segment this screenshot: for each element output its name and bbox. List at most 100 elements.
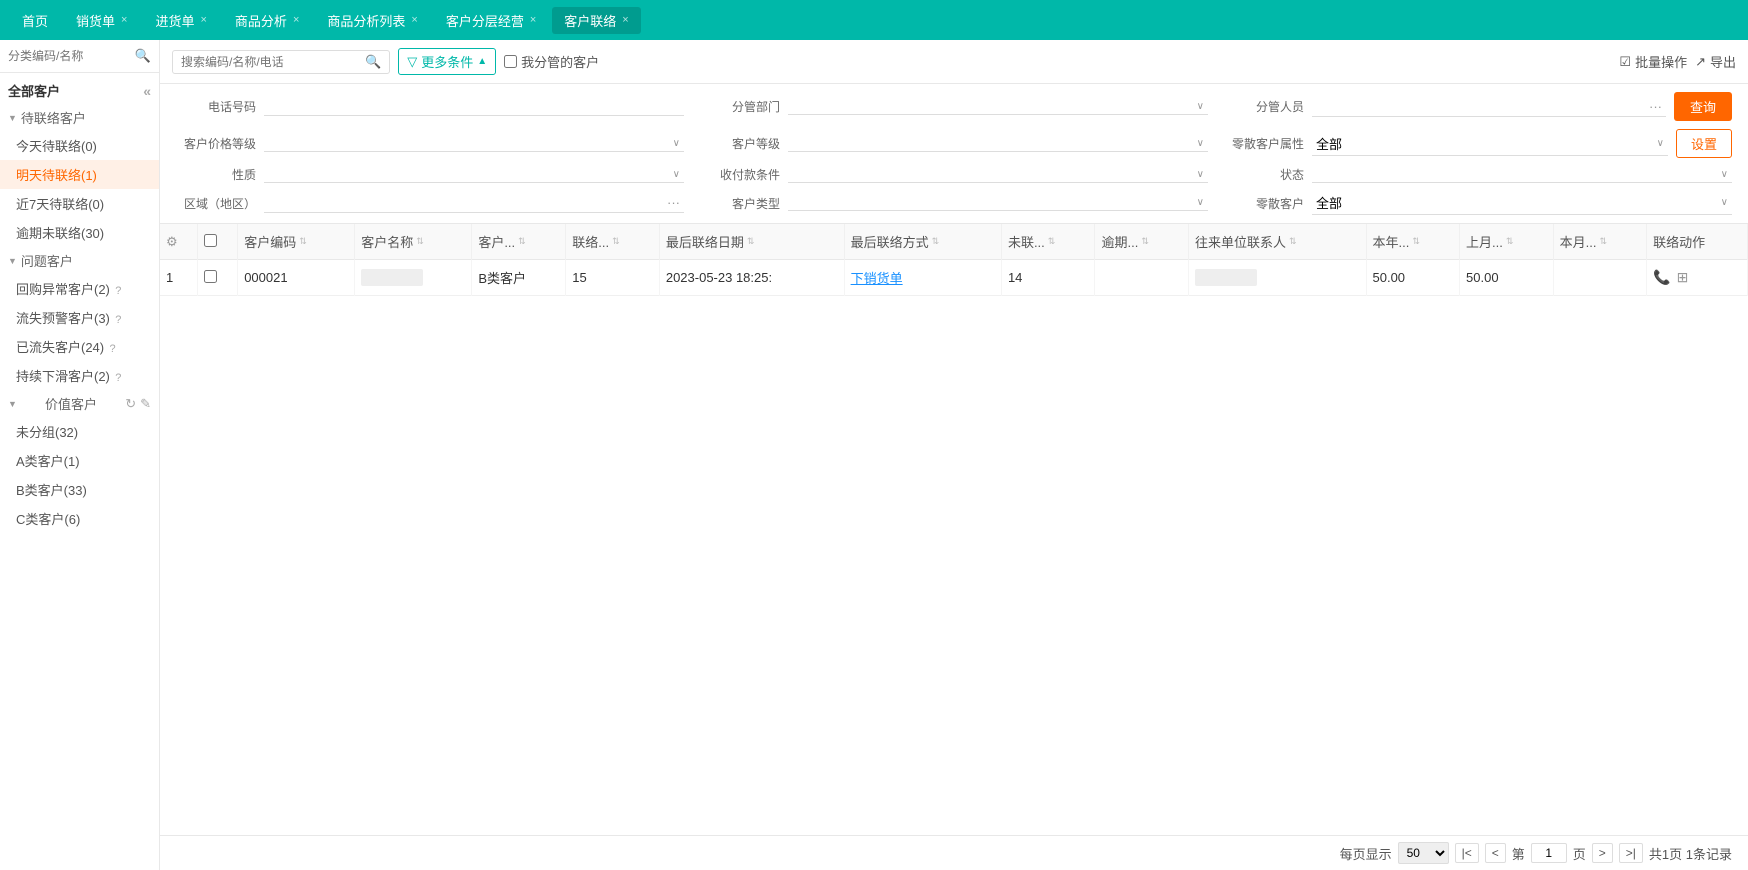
last-page-btn[interactable]: >|	[1619, 843, 1643, 863]
sidebar-item-class-c[interactable]: C类客户(6)	[0, 504, 159, 533]
filter-payment-select[interactable]: ∨	[788, 167, 1208, 183]
all-customers-header[interactable]: 全部客户 «	[0, 73, 159, 104]
nav-close-contact[interactable]: ×	[622, 14, 628, 26]
filter-price-level-select[interactable]: ∨	[264, 136, 684, 152]
col-gear[interactable]: ⚙	[160, 224, 197, 260]
nav-close-purchase[interactable]: ×	[200, 14, 206, 26]
sidebar-item-tomorrow-pending[interactable]: 明天待联络(1)	[0, 160, 159, 189]
col-overdue[interactable]: 逾期... ⇅	[1095, 224, 1189, 260]
row-last-contact-method[interactable]: 下销货单	[844, 260, 1001, 296]
checkbox-icon: ☑	[1619, 54, 1631, 70]
first-page-btn[interactable]: |<	[1455, 843, 1479, 863]
sidebar-item-7days-pending[interactable]: 近7天待联络(0)	[0, 189, 159, 218]
col-customer-type[interactable]: 客户... ⇅	[472, 224, 566, 260]
nav-customer-segment[interactable]: 客户分层经营 ×	[434, 7, 548, 34]
nav-customer-contact[interactable]: 客户联络 ×	[552, 7, 640, 34]
filter-region-select[interactable]: ···	[264, 193, 684, 213]
select-all-checkbox[interactable]	[204, 234, 217, 247]
filter-dept-label: 分管部门	[700, 98, 780, 115]
row-year-amount: 50.00	[1366, 260, 1460, 296]
page-label: 第	[1512, 844, 1525, 863]
nav-purchase-order[interactable]: 进货单 ×	[143, 7, 218, 34]
search-icon[interactable]: 🔍	[135, 48, 151, 64]
filter-payment: 收付款条件 ∨	[700, 166, 1208, 183]
row-action-phone-icon[interactable]: 📞	[1653, 269, 1670, 286]
setting-button[interactable]: 设置	[1676, 129, 1732, 158]
col-contact-count[interactable]: 联络... ⇅	[566, 224, 660, 260]
nav-close-product-list[interactable]: ×	[411, 14, 417, 26]
filter-retail-attr-value: 全部	[1316, 134, 1342, 153]
filter-dept-select[interactable]: ∨	[788, 99, 1208, 115]
refresh-icon[interactable]: ↻	[125, 396, 136, 412]
sidebar-group-pending[interactable]: 待联络客户	[0, 104, 159, 131]
row-this-month-amount	[1553, 260, 1647, 296]
sidebar-group-problem[interactable]: 问题客户	[0, 247, 159, 274]
nav-home[interactable]: 首页	[10, 7, 60, 34]
top-navigation: 首页 销货单 × 进货单 × 商品分析 × 商品分析列表 × 客户分层经营 × …	[0, 0, 1748, 40]
sidebar-item-today-pending[interactable]: 今天待联络(0)	[0, 131, 159, 160]
row-checkbox[interactable]	[197, 260, 237, 296]
sidebar-search-input[interactable]	[8, 49, 131, 63]
col-name[interactable]: 客户名称 ⇅	[355, 224, 472, 260]
sort-icon3: ⇅	[518, 236, 526, 247]
sidebar-group-value[interactable]: 价值客户 ↻ ✎	[0, 390, 159, 417]
main-search-input[interactable]	[181, 55, 361, 69]
export-btn[interactable]: ↗ 导出	[1695, 52, 1736, 71]
sidebar-item-churned[interactable]: 已流失客户(24) ?	[0, 332, 159, 361]
row-action-icons: 📞 ⊞	[1647, 260, 1748, 296]
nav-sales-order[interactable]: 销货单 ×	[64, 7, 139, 34]
my-customers-checkbox[interactable]	[504, 55, 517, 68]
nav-product-analysis-list[interactable]: 商品分析列表 ×	[315, 7, 429, 34]
filter-retail-attr-label: 零散客户属性	[1224, 135, 1304, 152]
filter-customer-type-select[interactable]: ∨	[788, 195, 1208, 211]
filter-retail-attr-select[interactable]: 全部 ∨	[1312, 132, 1668, 156]
prev-page-btn[interactable]: <	[1485, 843, 1506, 863]
filter-status: 状态 ∨	[1224, 166, 1732, 183]
sidebar-item-class-a[interactable]: A类客户(1)	[0, 446, 159, 475]
sidebar-item-declining[interactable]: 持续下滑客户(2) ?	[0, 361, 159, 390]
col-this-month[interactable]: 本月... ⇅	[1553, 224, 1647, 260]
row-select-checkbox[interactable]	[204, 270, 217, 283]
filter-retail-customer-value: 全部	[1316, 193, 1342, 212]
col-year-amount[interactable]: 本年... ⇅	[1366, 224, 1460, 260]
query-button[interactable]: 查询	[1674, 92, 1732, 121]
col-actions: 联络动作	[1647, 224, 1748, 260]
sidebar-item-ungrouped[interactable]: 未分组(32)	[0, 417, 159, 446]
filter-status-select[interactable]: ∨	[1312, 167, 1732, 183]
col-code[interactable]: 客户编码 ⇅	[238, 224, 355, 260]
col-contact-person[interactable]: 往来单位联系人 ⇅	[1189, 224, 1366, 260]
edit-icon[interactable]: ✎	[140, 396, 151, 412]
filter-panel: 电话号码 分管部门 ∨ 分管人员 ··· 查询 客户价格等级 ∨	[160, 84, 1748, 224]
sidebar-item-overdue-pending[interactable]: 逾期未联络(30)	[0, 218, 159, 247]
batch-operation-btn[interactable]: ☑ 批量操作	[1619, 52, 1687, 71]
col-last-contact-method[interactable]: 最后联络方式 ⇅	[844, 224, 1001, 260]
search-submit-icon[interactable]: 🔍	[365, 54, 381, 70]
row-action-grid-icon[interactable]: ⊞	[1677, 269, 1689, 286]
col-checkbox[interactable]	[197, 224, 237, 260]
sidebar-item-repurchase-abnormal[interactable]: 回购异常客户(2) ?	[0, 274, 159, 303]
filter-phone-input[interactable]	[264, 97, 684, 116]
nav-close-sales[interactable]: ×	[121, 14, 127, 26]
filter-retail-customer-label: 零散客户	[1224, 195, 1304, 212]
filter-customer-level-select[interactable]: ∨	[788, 136, 1208, 152]
per-page-select[interactable]: 50 100	[1398, 842, 1449, 864]
next-page-btn[interactable]: >	[1592, 843, 1613, 863]
sort-icon11: ⇅	[1506, 236, 1514, 247]
sidebar-item-churn-warning[interactable]: 流失预警客户(3) ?	[0, 303, 159, 332]
col-last-contact-date[interactable]: 最后联络日期 ⇅	[659, 224, 844, 260]
page-number-input[interactable]	[1531, 843, 1567, 863]
my-customers-checkbox-label[interactable]: 我分管的客户	[504, 52, 599, 71]
collapse-icon[interactable]: «	[143, 83, 151, 99]
sort-icon10: ⇅	[1412, 236, 1420, 247]
filter-nature-select[interactable]: ∨	[264, 167, 684, 183]
nav-product-analysis[interactable]: 商品分析 ×	[223, 7, 311, 34]
filter-retail-customer: 零散客户 全部 ∨	[1224, 191, 1732, 215]
more-conditions-btn[interactable]: ▽ 更多条件 ▲	[398, 48, 496, 75]
nav-close-segment[interactable]: ×	[530, 14, 536, 26]
filter-manager-input[interactable]: ···	[1312, 97, 1666, 117]
col-uncontacted[interactable]: 未联... ⇅	[1001, 224, 1095, 260]
col-last-month[interactable]: 上月... ⇅	[1460, 224, 1554, 260]
filter-retail-customer-select[interactable]: 全部 ∨	[1312, 191, 1732, 215]
sidebar-item-class-b[interactable]: B类客户(33)	[0, 475, 159, 504]
nav-close-product-analysis[interactable]: ×	[293, 14, 299, 26]
